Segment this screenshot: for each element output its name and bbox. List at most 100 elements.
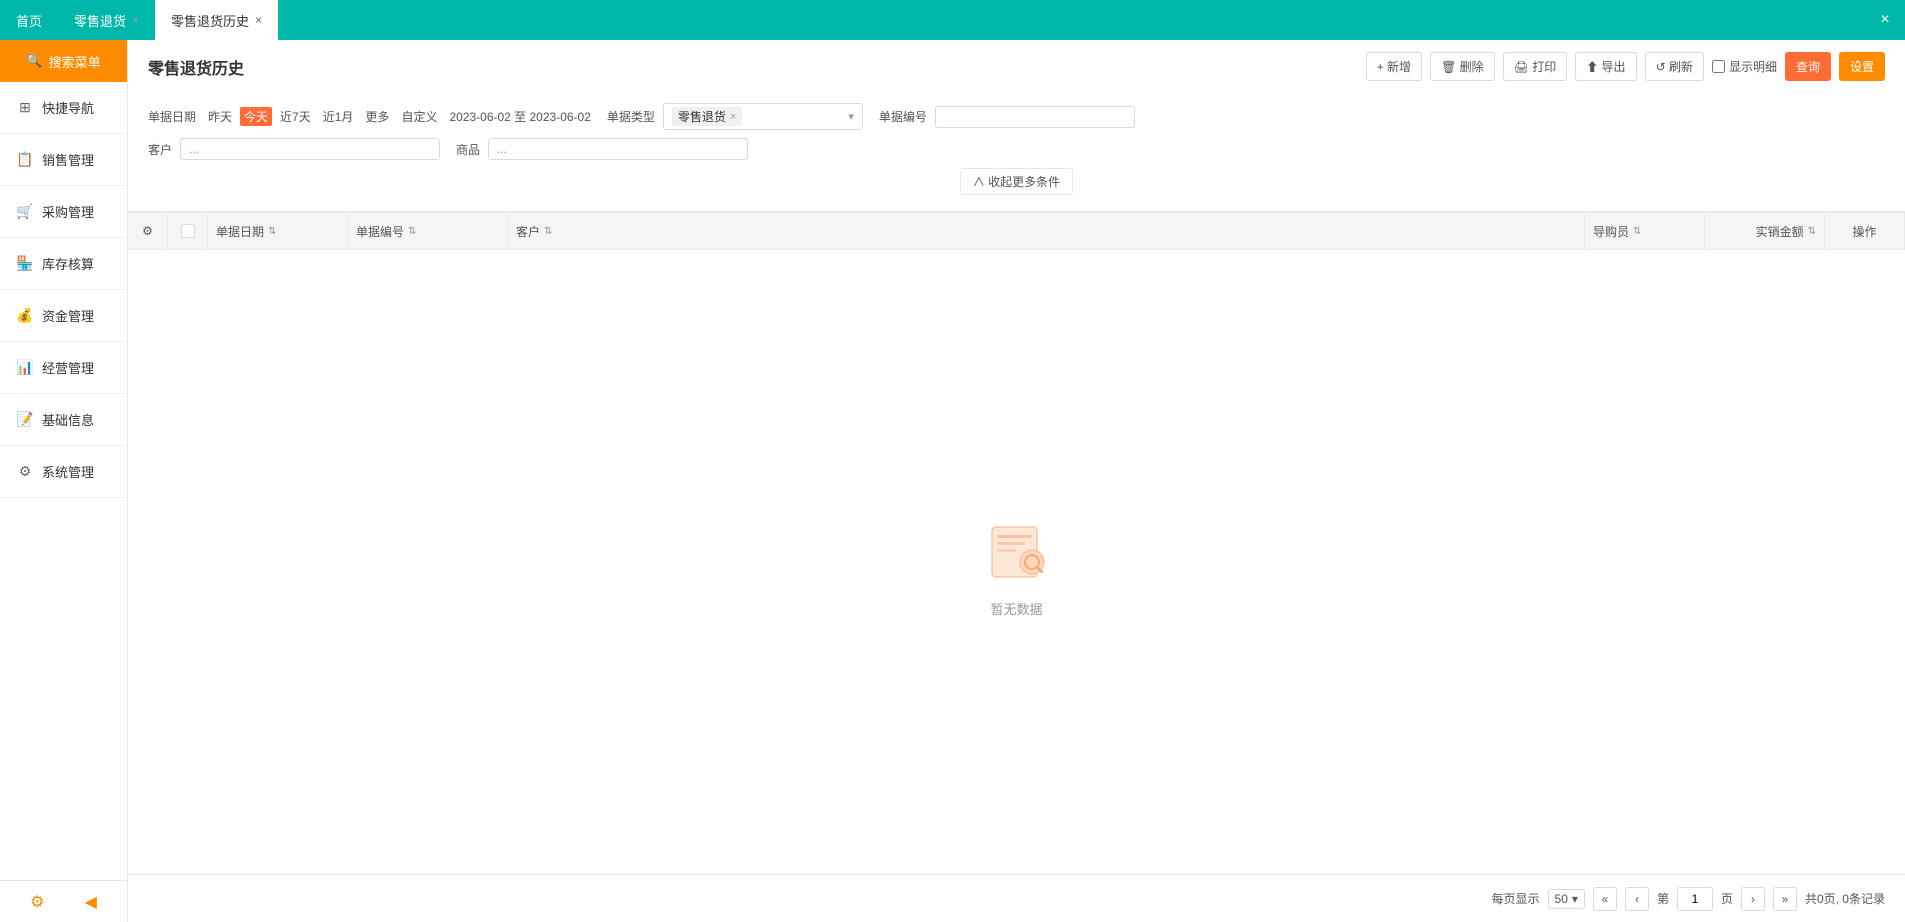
th-guide[interactable]: 导购员 ⇅ xyxy=(1585,213,1705,249)
th-customer-sort-icon: ⇅ xyxy=(544,226,552,237)
th-customer-label: 客户 xyxy=(516,223,540,240)
page-header: 零售退货历史 + 新增 🗑 删除 🖨 打印 ⬆ 导出 ↺ 刷新 显示明细 查询 … xyxy=(128,40,1905,212)
page-title-row: 零售退货历史 + 新增 🗑 删除 🖨 打印 ⬆ 导出 ↺ 刷新 显示明细 查询 … xyxy=(148,52,1885,81)
th-guide-label: 导购员 xyxy=(1593,223,1629,240)
basic-info-icon: 📝 xyxy=(16,411,34,429)
page-size-select[interactable]: 50 ▾ xyxy=(1548,889,1585,909)
new-button[interactable]: + 新增 xyxy=(1366,52,1422,81)
finance-icon: 💰 xyxy=(16,307,34,325)
type-select[interactable]: 零售退货 × ▾ xyxy=(663,103,863,130)
refresh-button[interactable]: ↺ 刷新 xyxy=(1645,52,1704,81)
filter-area: 单据日期 昨天 今天 近7天 近1月 更多 自定义 2023-06-02 至 2… xyxy=(148,93,1885,211)
delete-button[interactable]: 🗑 删除 xyxy=(1430,52,1495,81)
week-shortcut[interactable]: 近7天 xyxy=(276,107,315,126)
sidebar-item-finance[interactable]: 💰 资金管理 xyxy=(0,290,127,342)
table-body: 暂无数据 xyxy=(128,250,1905,874)
collapse-filter-button[interactable]: ∧ 收起更多条件 xyxy=(960,168,1073,195)
show-detail-checkbox[interactable] xyxy=(1712,60,1725,73)
th-customer[interactable]: 客户 ⇅ xyxy=(508,213,1585,249)
sidebar-item-label-basic-info: 基础信息 xyxy=(42,410,94,429)
print-button[interactable]: 🖨 打印 xyxy=(1503,52,1568,81)
show-detail-label-text: 显示明细 xyxy=(1729,58,1777,75)
today-shortcut[interactable]: 今天 xyxy=(240,107,272,126)
query-button[interactable]: 查询 xyxy=(1785,52,1831,81)
select-all-checkbox[interactable] xyxy=(181,224,195,238)
type-tag-text: 零售退货 xyxy=(678,108,726,125)
last-page-button[interactable]: » xyxy=(1773,887,1797,911)
collapse-sidebar-icon[interactable]: ◀ xyxy=(85,892,97,912)
export-button[interactable]: ⬆ 导出 xyxy=(1575,52,1636,81)
th-guide-sort-icon: ⇅ xyxy=(1633,226,1641,237)
show-detail-checkbox-label[interactable]: 显示明细 xyxy=(1712,58,1777,75)
type-tag: 零售退货 × xyxy=(672,107,742,126)
sidebar-item-label-ops-mgmt: 经营管理 xyxy=(42,358,94,377)
tab-close-retail-return-history[interactable]: × xyxy=(255,13,262,27)
th-date[interactable]: 单据日期 ⇅ xyxy=(208,213,348,249)
sidebar-item-ops-mgmt[interactable]: 📊 经营管理 xyxy=(0,342,127,394)
date-shortcuts: 昨天 今天 近7天 近1月 更多 自定义 xyxy=(204,107,441,126)
page-title: 零售退货历史 xyxy=(148,55,244,79)
th-amount[interactable]: 实销金额 ⇅ xyxy=(1705,213,1825,249)
current-page-input[interactable] xyxy=(1677,887,1713,911)
order-no-input[interactable] xyxy=(935,106,1135,128)
th-date-label: 单据日期 xyxy=(216,223,264,240)
th-checkbox[interactable] xyxy=(168,213,208,249)
sidebar-item-sales-mgmt[interactable]: 📋销售管理 xyxy=(0,134,127,186)
tab-retail-return-history[interactable]: 零售退货历史× xyxy=(155,0,278,40)
prev-page-button[interactable]: ‹ xyxy=(1625,887,1649,911)
customer-placeholder: ... xyxy=(189,142,199,156)
top-bar: 首页零售退货×零售退货历史× × xyxy=(0,0,1905,40)
sidebar-item-quick-nav[interactable]: ⊞ 快捷导航 xyxy=(0,82,127,134)
toolbar: + 新增 🗑 删除 🖨 打印 ⬆ 导出 ↺ 刷新 显示明细 查询 设置 xyxy=(1366,52,1885,81)
content-area: 零售退货历史 + 新增 🗑 删除 🖨 打印 ⬆ 导出 ↺ 刷新 显示明细 查询 … xyxy=(128,40,1905,922)
month-shortcut[interactable]: 近1月 xyxy=(319,107,358,126)
th-action: 操作 xyxy=(1825,213,1905,249)
sys-mgmt-icon: ⚙ xyxy=(16,463,34,481)
next-page-button[interactable]: › xyxy=(1741,887,1765,911)
quick-nav-icon: ⊞ xyxy=(16,99,34,117)
sidebar-item-label-purchase-mgmt: 采购管理 xyxy=(42,202,94,221)
date-range-display: 2023-06-02 至 2023-06-02 xyxy=(449,108,590,125)
th-order-no[interactable]: 单据编号 ⇅ xyxy=(348,213,508,249)
settings-icon[interactable]: ⚙ xyxy=(30,892,44,912)
main-layout: 🔍 搜索菜单 ⊞ 快捷导航 📋销售管理🛒采购管理 🏪 库存核算 💰 资金管理 📊 经营管理 📝 基础… xyxy=(0,40,1905,922)
search-icon: 🔍 xyxy=(26,53,42,69)
sidebar-item-basic-info[interactable]: 📝 基础信息 xyxy=(0,394,127,446)
sidebar-item-label-sales-mgmt: 销售管理 xyxy=(42,150,94,169)
setting-button[interactable]: 设置 xyxy=(1839,52,1885,81)
tab-retail-return[interactable]: 零售退货× xyxy=(58,0,155,40)
th-amount-label: 实销金额 xyxy=(1756,223,1804,240)
page-size-label: 每页显示 xyxy=(1492,890,1540,907)
sidebar-item-label-finance: 资金管理 xyxy=(42,306,94,325)
th-settings[interactable]: ⚙ xyxy=(128,213,168,249)
tab-list: 首页零售退货×零售退货历史× xyxy=(0,0,1865,40)
first-page-button[interactable]: « xyxy=(1593,887,1617,911)
more-shortcut[interactable]: 更多 xyxy=(361,107,393,126)
tab-close-retail-return[interactable]: × xyxy=(132,13,139,27)
sidebar-item-label-sys-mgmt: 系统管理 xyxy=(42,462,94,481)
custom-shortcut[interactable]: 自定义 xyxy=(397,107,441,126)
sidebar-bottom: ⚙ ◀ xyxy=(0,880,127,922)
sidebar-item-label-quick-nav: 快捷导航 xyxy=(42,98,94,117)
inventory-icon: 🏪 xyxy=(16,255,34,273)
pagination-summary: 共0页, 0条记录 xyxy=(1805,890,1885,907)
sidebar-item-purchase-mgmt[interactable]: 🛒采购管理 xyxy=(0,186,127,238)
goods-filter-label: 商品 xyxy=(456,141,480,158)
goods-select[interactable]: ... xyxy=(488,138,748,160)
sidebar-item-inventory[interactable]: 🏪 库存核算 xyxy=(0,238,127,290)
customer-select[interactable]: ... xyxy=(180,138,440,160)
type-tag-close[interactable]: × xyxy=(730,111,736,123)
ops-mgmt-icon: 📊 xyxy=(16,359,34,377)
th-action-label: 操作 xyxy=(1852,223,1876,240)
th-amount-sort-icon: ⇅ xyxy=(1808,226,1816,237)
sidebar-item-sys-mgmt[interactable]: ⚙ 系统管理 xyxy=(0,446,127,498)
date-filter-label: 单据日期 xyxy=(148,108,196,125)
search-menu-button[interactable]: 🔍 搜索菜单 xyxy=(0,40,127,82)
yesterday-shortcut[interactable]: 昨天 xyxy=(204,107,236,126)
pagination-bar: 每页显示 50 ▾ « ‹ 第 页 › » 共0页, 0条记录 xyxy=(128,874,1905,922)
page-label: 第 xyxy=(1657,890,1669,907)
window-close-button[interactable]: × xyxy=(1865,0,1905,40)
sidebar-item-label-inventory: 库存核算 xyxy=(42,254,94,273)
tab-home[interactable]: 首页 xyxy=(0,0,58,40)
table-container: ⚙ 单据日期 ⇅ 单据编号 ⇅ 客户 ⇅ 导购员 ⇅ xyxy=(128,212,1905,874)
